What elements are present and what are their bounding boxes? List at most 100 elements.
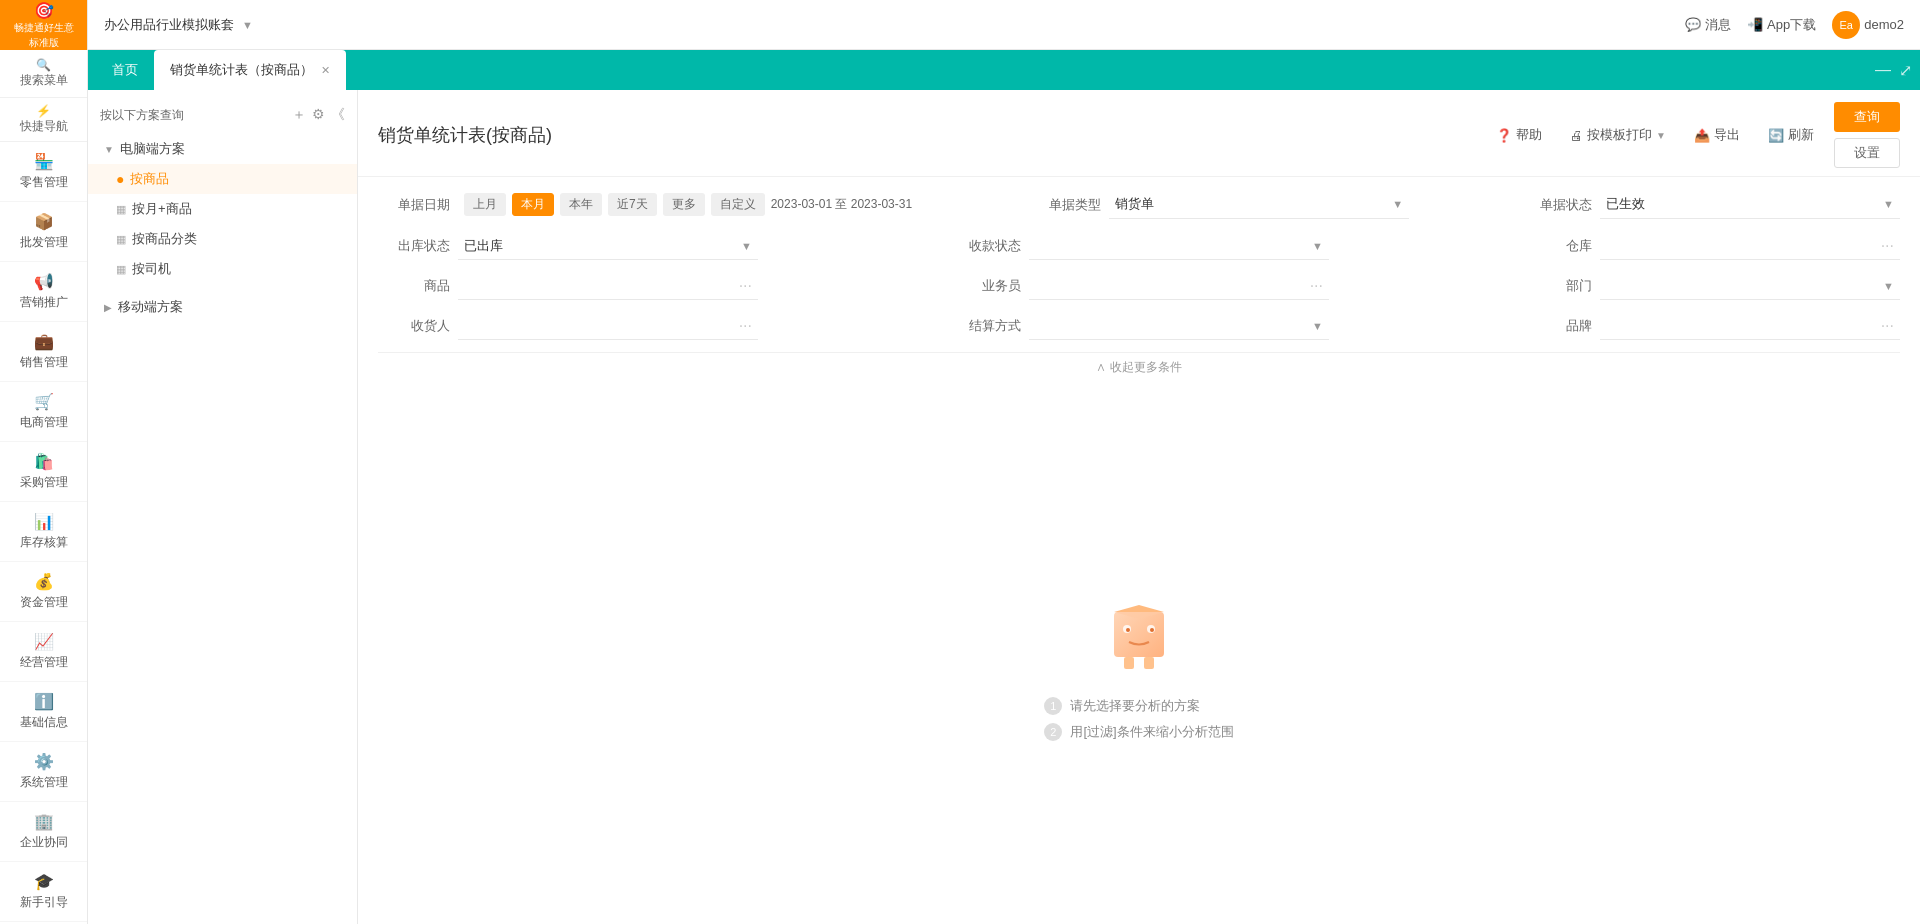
sidebar-item-retail[interactable]: 🏪 零售管理 bbox=[0, 142, 87, 202]
left-panel-actions: ＋ ⚙ 《 bbox=[292, 106, 345, 124]
app-dropdown-label[interactable]: 办公用品行业模拟账套 bbox=[104, 16, 234, 34]
guide-icon: 🎓 bbox=[34, 872, 54, 891]
tree-item-by-category[interactable]: ▦ 按商品分类 bbox=[88, 224, 357, 254]
svg-rect-5 bbox=[1124, 657, 1134, 669]
help-label: 帮助 bbox=[1516, 126, 1542, 144]
sidebar-item-wholesale[interactable]: 📦 批发管理 bbox=[0, 202, 87, 262]
tree-node-desktop[interactable]: ▼ 电脑端方案 bbox=[88, 134, 357, 164]
sidebar-item-basic[interactable]: ℹ️ 基础信息 bbox=[0, 682, 87, 742]
by-company-label: 按司机 bbox=[132, 260, 171, 278]
sidebar-item-finance[interactable]: 💰 资金管理 bbox=[0, 562, 87, 622]
warehouse-label: 仓库 bbox=[1520, 237, 1600, 255]
date-btn-last-month[interactable]: 上月 bbox=[464, 193, 506, 216]
recipient-dots-icon[interactable]: ··· bbox=[739, 317, 752, 335]
maximize-icon[interactable]: ⤢ bbox=[1899, 61, 1912, 80]
tree-mobile: ▶ 移动端方案 bbox=[88, 288, 357, 326]
tree-node-mobile[interactable]: ▶ 移动端方案 bbox=[88, 292, 357, 322]
dropdown-chevron-icon[interactable]: ▼ bbox=[242, 19, 253, 31]
product-dots-icon[interactable]: ··· bbox=[739, 277, 752, 295]
date-btn-current-month[interactable]: 本月 bbox=[512, 193, 554, 216]
doc-status-arrow-icon: ▼ bbox=[1883, 198, 1894, 210]
collapse-filter-btn[interactable]: ∧ 收起更多条件 bbox=[378, 352, 1900, 382]
doc-type-value[interactable]: 销货单 ▼ bbox=[1109, 191, 1409, 219]
brand-value[interactable]: ··· bbox=[1600, 312, 1900, 340]
top-header-right: 💬 消息 📲 App下载 Ea demo2 bbox=[1685, 11, 1904, 39]
enterprise-icon: 🏢 bbox=[34, 812, 54, 831]
sidebar: 🎯 畅捷通好生意 标准版 🔍 搜索菜单 ⚡ 快捷导航 🏪 零售管理 📦 批发管理… bbox=[0, 0, 88, 924]
sidebar-item-purchase[interactable]: 🛍️ 采购管理 bbox=[0, 442, 87, 502]
sidebar-item-marketing[interactable]: 📢 营销推广 bbox=[0, 262, 87, 322]
sales-report-tab-label: 销货单统计表（按商品） bbox=[170, 61, 313, 79]
sidebar-search[interactable]: 🔍 搜索菜单 bbox=[0, 50, 87, 98]
close-tab-icon[interactable]: ✕ bbox=[321, 64, 330, 77]
message-label: 消息 bbox=[1705, 16, 1731, 34]
query-btn[interactable]: 查询 bbox=[1834, 102, 1900, 132]
sidebar-item-sales[interactable]: 💼 销售管理 bbox=[0, 322, 87, 382]
tip-num-2: 2 bbox=[1044, 723, 1062, 741]
tree-item-by-product[interactable]: ● 按商品 bbox=[88, 164, 357, 194]
tab-sales-report[interactable]: 销货单统计表（按商品） ✕ bbox=[154, 50, 346, 90]
doc-type-label: 单据类型 bbox=[1029, 196, 1109, 214]
user-btn[interactable]: Ea demo2 bbox=[1832, 11, 1904, 39]
main-area: 办公用品行业模拟账套 ▼ 💬 消息 📲 App下载 Ea demo2 首页 销货… bbox=[88, 0, 1920, 924]
settings-btn[interactable]: 设置 bbox=[1834, 138, 1900, 168]
recipient-value[interactable]: ··· bbox=[458, 312, 758, 340]
doc-status-value[interactable]: 已生效 ▼ bbox=[1600, 191, 1900, 219]
user-avatar: Ea bbox=[1832, 11, 1860, 39]
sidebar-item-ecommerce[interactable]: 🛒 电商管理 bbox=[0, 382, 87, 442]
warehouse-value[interactable]: ··· bbox=[1600, 232, 1900, 260]
active-dot-icon: ● bbox=[116, 171, 124, 187]
empty-state: 1 请先选择要分析的方案 2 用[过滤]条件来缩小分析范围 bbox=[358, 394, 1920, 924]
page-title: 销货单统计表(按商品) bbox=[378, 123, 552, 147]
sidebar-item-enterprise[interactable]: 🏢 企业协同 bbox=[0, 802, 87, 862]
tab-bar: 首页 销货单统计表（按商品） ✕ — ⤢ bbox=[88, 50, 1920, 90]
date-btn-more[interactable]: 更多 bbox=[663, 193, 705, 216]
export-icon: 📤 bbox=[1694, 128, 1710, 143]
collapse-panel-icon[interactable]: 《 bbox=[331, 106, 345, 124]
warehouse-dots-icon[interactable]: ··· bbox=[1881, 237, 1894, 255]
tree-item-by-month-product[interactable]: ▦ 按月+商品 bbox=[88, 194, 357, 224]
page-actions: ❓ 帮助 🖨 按模板打印 ▼ 📤 导出 🔄 刷新 bbox=[1488, 102, 1900, 168]
page-header: 销货单统计表(按商品) ❓ 帮助 🖨 按模板打印 ▼ 📤 导出 bbox=[358, 90, 1920, 177]
salesperson-value[interactable]: ··· bbox=[1029, 272, 1329, 300]
out-status-value[interactable]: 已出库 ▼ bbox=[458, 232, 758, 260]
template-print-btn[interactable]: 🖨 按模板打印 ▼ bbox=[1562, 122, 1674, 148]
settings-scheme-icon[interactable]: ⚙ bbox=[312, 106, 325, 124]
grid-icon-2: ▦ bbox=[116, 233, 126, 246]
home-tab-label: 首页 bbox=[112, 61, 138, 79]
date-btn-custom[interactable]: 自定义 bbox=[711, 193, 765, 216]
sidebar-item-system[interactable]: ⚙️ 系统管理 bbox=[0, 742, 87, 802]
wholesale-label: 批发管理 bbox=[20, 234, 68, 251]
date-filter-value: 上月 本月 本年 近7天 更多 自定义 2023-03-01 至 2023-03… bbox=[458, 189, 918, 220]
print-dropdown-icon[interactable]: ▼ bbox=[1656, 130, 1666, 141]
refresh-btn[interactable]: 🔄 刷新 bbox=[1760, 122, 1822, 148]
status-filter-row: 出库状态 已出库 ▼ 收款状态 ▼ 仓库 ··· bbox=[378, 232, 1900, 260]
sidebar-item-inventory[interactable]: 📊 库存核算 bbox=[0, 502, 87, 562]
quick-nav-label: 快捷导航 bbox=[0, 118, 87, 135]
product-value[interactable]: ··· bbox=[458, 272, 758, 300]
add-scheme-icon[interactable]: ＋ bbox=[292, 106, 306, 124]
tree-item-by-company[interactable]: ▦ 按司机 bbox=[88, 254, 357, 284]
sidebar-quick-nav[interactable]: ⚡ 快捷导航 bbox=[0, 98, 87, 142]
message-btn[interactable]: 💬 消息 bbox=[1685, 16, 1731, 34]
download-btn[interactable]: 📲 App下载 bbox=[1747, 16, 1816, 34]
date-btn-last-7days[interactable]: 近7天 bbox=[608, 193, 657, 216]
sales-label: 销售管理 bbox=[20, 354, 68, 371]
minimize-icon[interactable]: — bbox=[1875, 61, 1891, 80]
brand-dots-icon[interactable]: ··· bbox=[1881, 317, 1894, 335]
sidebar-item-operations[interactable]: 📈 经营管理 bbox=[0, 622, 87, 682]
sidebar-item-guide[interactable]: 🎓 新手引导 bbox=[0, 862, 87, 922]
svg-rect-6 bbox=[1144, 657, 1154, 669]
basic-label: 基础信息 bbox=[20, 714, 68, 731]
tab-home[interactable]: 首页 bbox=[96, 50, 154, 90]
date-btn-current-year[interactable]: 本年 bbox=[560, 193, 602, 216]
export-btn[interactable]: 📤 导出 bbox=[1686, 122, 1748, 148]
salesperson-dots-icon[interactable]: ··· bbox=[1310, 277, 1323, 295]
inventory-icon: 📊 bbox=[34, 512, 54, 531]
payment-status-value[interactable]: ▼ bbox=[1029, 232, 1329, 260]
help-btn[interactable]: ❓ 帮助 bbox=[1488, 122, 1550, 148]
settlement-value[interactable]: ▼ bbox=[1029, 312, 1329, 340]
department-value[interactable]: ▼ bbox=[1600, 272, 1900, 300]
product-label: 商品 bbox=[378, 277, 458, 295]
settlement-label: 结算方式 bbox=[949, 317, 1029, 335]
